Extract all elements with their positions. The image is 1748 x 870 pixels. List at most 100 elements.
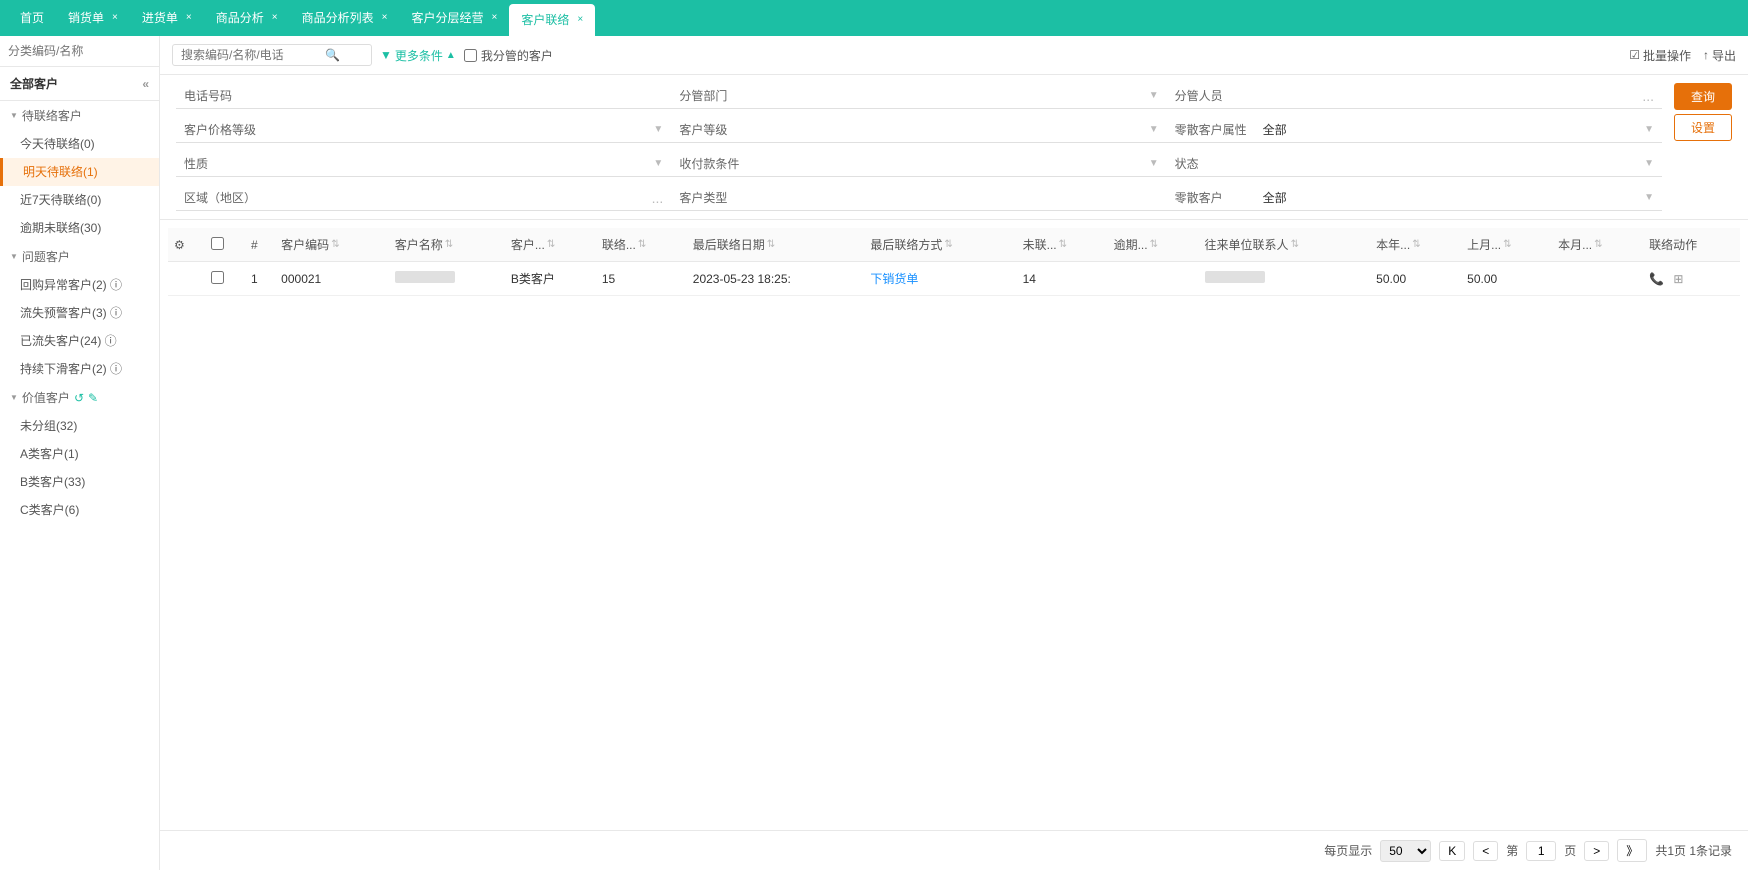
sidebar-item-c-class[interactable]: C类客户(6) — [0, 496, 159, 524]
sort-icon: ⇅ — [767, 239, 775, 250]
sort-icon: ⇅ — [638, 239, 646, 250]
sort-icon: ⇅ — [445, 239, 453, 250]
sidebar-item-churned[interactable]: 已流失客户(24) ⓘ — [0, 327, 159, 355]
filter-retail-label: 零散客户属性 — [1175, 121, 1255, 138]
sidebar-item-overdue[interactable]: 逾期未联络(30) — [0, 214, 159, 242]
cell-name — [389, 262, 505, 296]
batch-op-button[interactable]: ☑ 批量操作 — [1629, 47, 1691, 64]
sidebar-search-input[interactable] — [8, 44, 160, 58]
search-icon[interactable]: 🔍 — [325, 48, 340, 62]
nav-purchase[interactable]: 进货单 × — [130, 0, 204, 36]
page-input[interactable] — [1526, 841, 1556, 861]
col-this-year[interactable]: 本年...⇅ — [1370, 228, 1461, 262]
nav-home[interactable]: 首页 — [8, 0, 56, 36]
col-contact[interactable]: 联络...⇅ — [596, 228, 687, 262]
filter-person: 分管人员 ... — [1167, 83, 1662, 109]
close-icon[interactable]: × — [382, 0, 388, 36]
col-last-contact-way[interactable]: 最后联络方式⇅ — [864, 228, 1016, 262]
col-checkbox[interactable] — [205, 228, 245, 262]
col-overdue[interactable]: 逾期...⇅ — [1108, 228, 1199, 262]
my-customer-check-input[interactable] — [464, 49, 477, 62]
collapse-icon[interactable]: « — [142, 77, 149, 91]
col-last-contact-date[interactable]: 最后联络日期⇅ — [687, 228, 865, 262]
select-all-checkbox[interactable] — [211, 237, 224, 250]
sidebar-item-churn-warning[interactable]: 流失预警客户(3) ⓘ — [0, 299, 159, 327]
sidebar-item-7days[interactable]: 近7天待联络(0) — [0, 186, 159, 214]
per-page-select[interactable]: 50 100 200 — [1380, 840, 1431, 862]
close-icon[interactable]: × — [112, 0, 118, 36]
filter-row-1: 电话号码 分管部门 ▼ 分管人员 ... — [176, 83, 1662, 109]
phone-action-icon[interactable]: 📞 — [1649, 272, 1664, 286]
col-unit-contact[interactable]: 往来单位联系人⇅ — [1199, 228, 1371, 262]
sidebar-item-ungrouped[interactable]: 未分组(32) — [0, 412, 159, 440]
close-icon[interactable]: × — [186, 0, 192, 36]
sidebar-item-b-class[interactable]: B类客户(33) — [0, 468, 159, 496]
row-checkbox[interactable] — [211, 271, 224, 284]
query-button[interactable]: 查询 — [1674, 83, 1732, 110]
sidebar-item-today[interactable]: 今天待联络(0) — [0, 130, 159, 158]
nav-sales[interactable]: 销货单 × — [56, 0, 130, 36]
close-icon[interactable]: × — [577, 4, 583, 36]
last-way-link[interactable]: 下销货单 — [870, 272, 918, 286]
first-page-button[interactable]: K — [1439, 841, 1465, 861]
nav-product-analysis-list[interactable]: 商品分析列表 × — [290, 0, 400, 36]
sidebar-item-a-class[interactable]: A类客户(1) — [0, 440, 159, 468]
filter-region-dots[interactable]: ... — [272, 190, 663, 206]
grid-action-icon[interactable]: ⊞ — [1673, 272, 1683, 286]
col-type[interactable]: 客户...⇅ — [505, 228, 596, 262]
filter-phone: 电话号码 — [176, 83, 671, 109]
settings-icon[interactable]: ⚙ — [174, 238, 185, 252]
table-footer: 每页显示 50 100 200 K < 第 页 > 》 共1页 1条记录 — [160, 830, 1748, 870]
sidebar-section-problem[interactable]: 问题客户 — [0, 242, 159, 271]
filter-status: 状态 ▼ — [1167, 151, 1662, 177]
sidebar-item-repurchase-abnormal[interactable]: 回购异常客户(2) ⓘ — [0, 271, 159, 299]
sidebar-all-customers[interactable]: 全部客户 « — [0, 67, 159, 101]
sort-icon: ⇅ — [1291, 239, 1299, 250]
filter-nature: 性质 ▼ — [176, 151, 671, 177]
col-name[interactable]: 客户名称⇅ — [389, 228, 505, 262]
filter-row-3: 性质 ▼ 收付款条件 ▼ 状态 — [176, 151, 1662, 177]
filter-nature-dropdown[interactable]: ▼ — [272, 158, 663, 169]
sidebar-section-pending[interactable]: 待联络客户 — [0, 101, 159, 130]
filter-status-dropdown[interactable]: ▼ — [1263, 158, 1654, 169]
sidebar-item-declining[interactable]: 持续下滑客户(2) ⓘ — [0, 355, 159, 383]
refresh-icon[interactable]: ↺ — [74, 391, 84, 405]
main-search-input[interactable] — [181, 48, 321, 62]
cell-checkbox[interactable] — [205, 262, 245, 296]
sidebar-item-tomorrow[interactable]: 明天待联络(1) — [0, 158, 159, 186]
filter-person-dots[interactable]: ... — [1263, 88, 1654, 104]
cell-unit-contact — [1199, 262, 1371, 296]
filter-level-dropdown[interactable]: ▼ — [767, 124, 1158, 135]
cell-overdue — [1108, 262, 1199, 296]
close-icon[interactable]: × — [491, 0, 497, 36]
edit-icon[interactable]: ✎ — [88, 391, 98, 405]
filter-retail-customer-dropdown[interactable]: 全部▼ — [1263, 189, 1654, 206]
filter-payment-dropdown[interactable]: ▼ — [767, 158, 1158, 169]
filter-dept-dropdown[interactable]: ▼ — [767, 90, 1158, 101]
nav-customer-tier[interactable]: 客户分层经营 × — [399, 0, 509, 36]
col-this-month[interactable]: 本月...⇅ — [1552, 228, 1643, 262]
prev-page-button[interactable]: < — [1473, 841, 1498, 861]
col-settings[interactable]: ⚙ — [168, 228, 205, 262]
filter-phone-label: 电话号码 — [184, 87, 264, 104]
filter-icon: ▼ — [380, 48, 392, 62]
filter-person-label: 分管人员 — [1175, 87, 1255, 104]
filter-price-dropdown[interactable]: ▼ — [272, 124, 663, 135]
nav-customer-contact[interactable]: 客户联络 × — [509, 4, 595, 36]
my-customer-checkbox[interactable]: 我分管的客户 — [464, 47, 553, 64]
next-page-button[interactable]: > — [1584, 841, 1609, 861]
more-filter-button[interactable]: ▼ 更多条件 ▲ — [380, 47, 456, 64]
sidebar-section-value[interactable]: 价值客户 ↺ ✎ — [0, 383, 159, 412]
filter-customer-type: 客户类型 — [671, 185, 1166, 211]
export-button[interactable]: ↑ 导出 — [1703, 47, 1736, 64]
cell-last-way[interactable]: 下销货单 — [864, 262, 1016, 296]
col-uncontact[interactable]: 未联...⇅ — [1017, 228, 1108, 262]
filter-retail-dropdown[interactable]: 全部▼ — [1263, 121, 1654, 138]
table-row: 1 000021 B类客户 15 2023-05-23 18:25: 下销货单 … — [168, 262, 1740, 296]
nav-product-analysis[interactable]: 商品分析 × — [204, 0, 290, 36]
setting-button[interactable]: 设置 — [1674, 114, 1732, 141]
col-code[interactable]: 客户编码⇅ — [275, 228, 389, 262]
close-icon[interactable]: × — [272, 0, 278, 36]
col-last-month[interactable]: 上月...⇅ — [1461, 228, 1552, 262]
last-page-button[interactable]: 》 — [1617, 839, 1647, 862]
